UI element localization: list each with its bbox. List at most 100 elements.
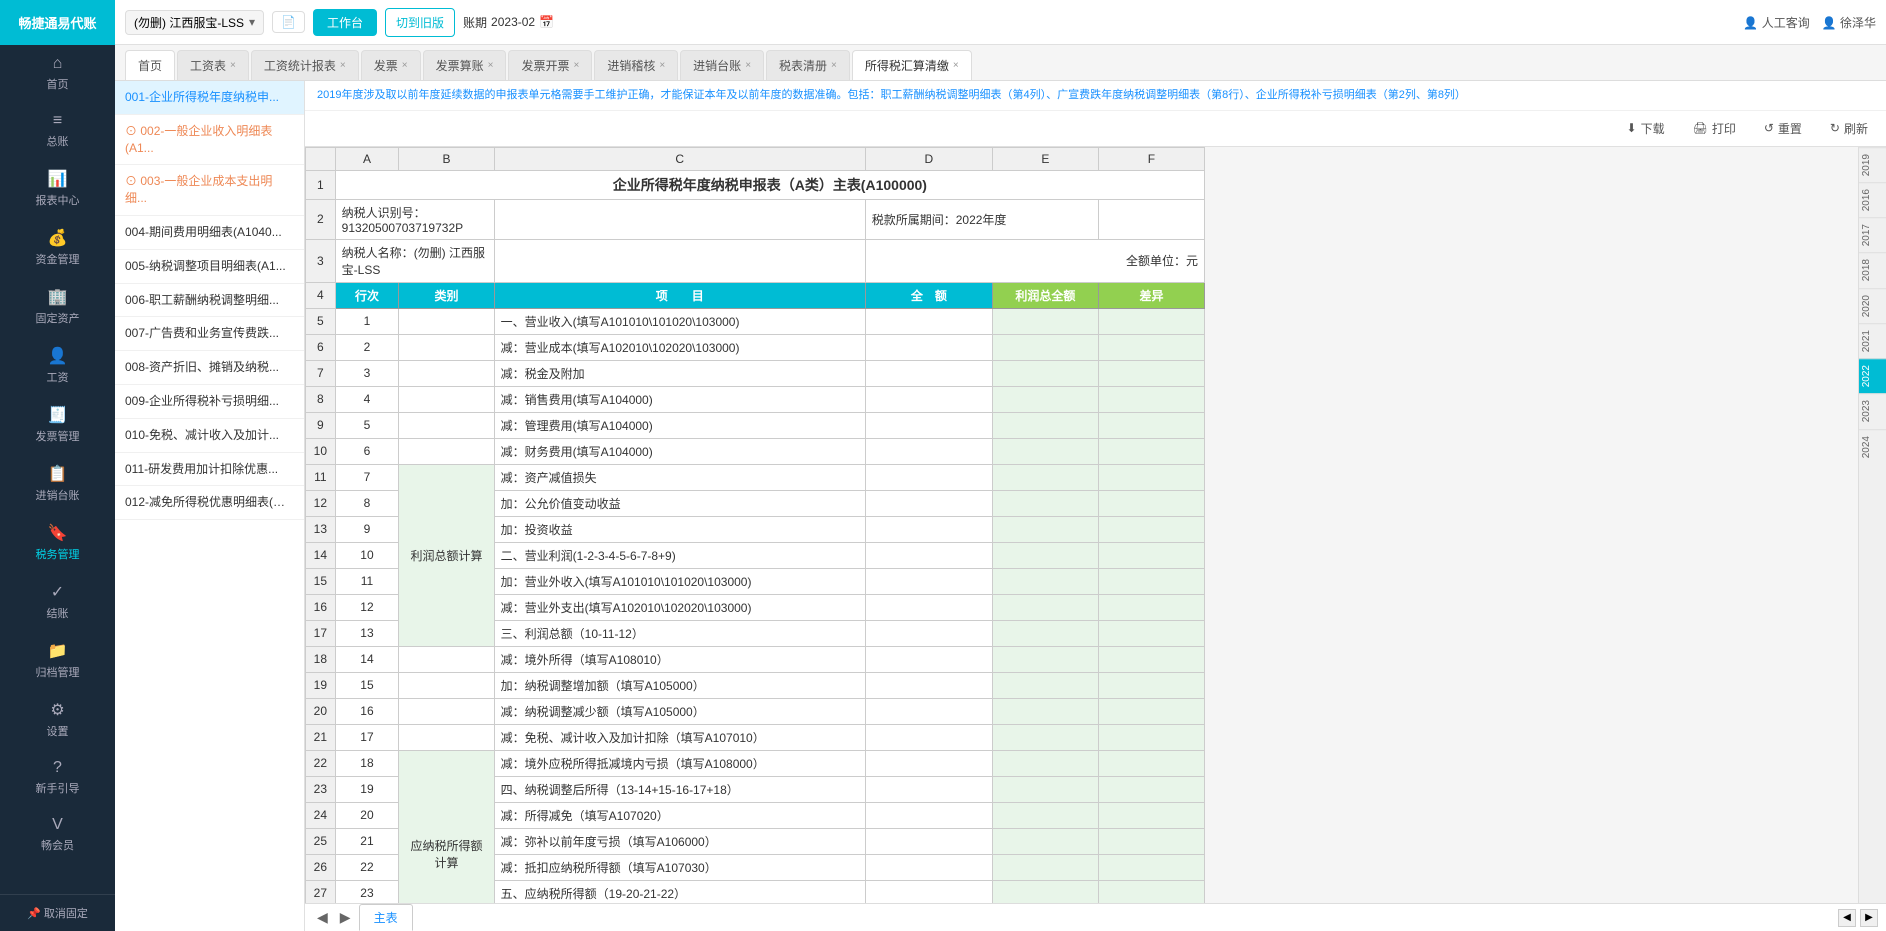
guide-icon: ?: [53, 759, 62, 777]
tab-invoice-open[interactable]: 发票开票 ×: [508, 50, 592, 80]
tab-close-income-tax[interactable]: ×: [953, 60, 959, 71]
doc-button[interactable]: 📄: [272, 11, 305, 33]
list-item-007[interactable]: 007-广告费和业务宣传费跌...: [115, 317, 304, 351]
sidebar-item-fund[interactable]: 💰 资金管理: [0, 218, 115, 277]
timeline-2018[interactable]: 2018: [1859, 252, 1886, 287]
tab-invoice[interactable]: 发票 ×: [361, 50, 421, 80]
tab-close-invoice-calc[interactable]: ×: [488, 60, 494, 71]
tab-close-sales-check[interactable]: ×: [659, 60, 665, 71]
timeline-2016[interactable]: 2016: [1859, 182, 1886, 217]
tab-salary[interactable]: 工资表 ×: [177, 50, 249, 80]
list-panel: 001-企业所得税年度纳税申... ⊙ 002-一般企业收入明细表(A1... …: [115, 81, 305, 931]
timeline-2023[interactable]: 2023: [1859, 393, 1886, 428]
topbar: (勿删) 江西服宝-LSS ▾ 📄 工作台 切到旧版 账期 2023-02 📅 …: [115, 0, 1886, 45]
spreadsheet-wrapper[interactable]: A B C D E F 1 企业所: [305, 147, 1858, 904]
tab-tax-clear[interactable]: 税表清册 ×: [766, 50, 850, 80]
table-row: 2 纳税人识别号：91320500703719732P 税款所属期间：2022年…: [306, 199, 1205, 239]
tabbar: 首页 工资表 × 工资统计报表 × 发票 × 发票算账 × 发票开票 × 进销稽…: [115, 45, 1886, 81]
switch-button[interactable]: 切到旧版: [385, 8, 455, 37]
sidebar-item-report[interactable]: 📊 报表中心: [0, 159, 115, 218]
invoice-icon: 🧾: [48, 405, 68, 425]
sidebar-item-member[interactable]: V 畅会员: [0, 806, 115, 863]
sidebar-item-settle[interactable]: ✓ 结账: [0, 572, 115, 631]
sidebar-item-home[interactable]: ⌂ 首页: [0, 45, 115, 102]
ledger-icon: ≡: [53, 112, 62, 130]
refresh-button[interactable]: ↻ 刷新: [1824, 116, 1874, 141]
tab-close-salary[interactable]: ×: [230, 60, 236, 71]
list-item-006[interactable]: 006-职工薪酬纳税调整明细...: [115, 284, 304, 318]
tab-close-invoice-open[interactable]: ×: [573, 60, 579, 71]
sidebar-item-settings[interactable]: ⚙ 设置: [0, 690, 115, 749]
pin-toggle[interactable]: 📌 取消固定: [0, 894, 115, 931]
sidebar-nav: ⌂ 首页 ≡ 总账 📊 报表中心 💰 资金管理 🏢 固定资产 👤 工资 🧾 发票…: [0, 45, 115, 894]
timeline-2021[interactable]: 2021: [1859, 323, 1886, 358]
row-num: 1: [306, 170, 336, 199]
sheet-tab-main[interactable]: 主表: [359, 904, 413, 931]
sidebar-item-asset[interactable]: 🏢 固定资产: [0, 277, 115, 336]
list-item-009[interactable]: 009-企业所得税补亏损明细...: [115, 385, 304, 419]
table-row: 5 1 一、营业收入(填写A101010\101020\103000): [306, 308, 1205, 334]
timeline-2020[interactable]: 2020: [1859, 288, 1886, 323]
workbench-button[interactable]: 工作台: [313, 9, 377, 36]
tab-salary-stat[interactable]: 工资统计报表 ×: [251, 50, 359, 80]
sidebar-item-salary[interactable]: 👤 工资: [0, 336, 115, 395]
list-item-010[interactable]: 010-免税、减计收入及加计...: [115, 419, 304, 453]
tab-income-tax[interactable]: 所得税汇算清缴 ×: [852, 50, 972, 80]
sidebar-item-guide[interactable]: ? 新手引导: [0, 749, 115, 806]
category-cell: 利润总额计算: [399, 464, 494, 646]
table-row: 6 2 减：营业成本(填写A102010\102020\103000): [306, 334, 1205, 360]
app-logo: 畅捷通易代账: [0, 0, 115, 45]
print-button[interactable]: 🖨 打印: [1687, 116, 1742, 141]
company-label: (勿删) 江西服宝-LSS: [134, 14, 244, 31]
row-num: 3: [306, 239, 336, 282]
tab-close-salary-stat[interactable]: ×: [340, 60, 346, 71]
tab-sales-ledger[interactable]: 进销台账 ×: [680, 50, 764, 80]
list-item-004[interactable]: 004-期间费用明细表(A1040...: [115, 216, 304, 250]
asset-icon: 🏢: [48, 287, 68, 307]
sidebar-item-ledger[interactable]: ≡ 总账: [0, 102, 115, 159]
scroll-right-btn[interactable]: ▶: [1860, 909, 1878, 927]
home-icon: ⌂: [53, 55, 63, 73]
timeline-2019[interactable]: 2019: [1859, 147, 1886, 182]
username-display: 👤 徐泽华: [1822, 14, 1876, 31]
tab-close-sales-ledger[interactable]: ×: [745, 60, 751, 71]
tab-home[interactable]: 首页: [125, 50, 175, 80]
list-item-003[interactable]: ⊙ 003-一般企业成本支出明细...: [115, 165, 304, 216]
sheet-nav-left[interactable]: ◀: [313, 907, 332, 928]
col-header-num: [306, 147, 336, 170]
list-item-012[interactable]: 012-减免所得税优惠明细表(…: [115, 486, 304, 520]
period-value: 2023-02: [491, 15, 535, 29]
member-icon: V: [52, 816, 63, 834]
topbar-right: 👤 人工客询 👤 徐泽华: [1743, 14, 1876, 31]
timeline-2017[interactable]: 2017: [1859, 217, 1886, 252]
download-button[interactable]: ⬇ 下载: [1621, 116, 1671, 141]
report-icon: 📊: [48, 169, 68, 189]
service-button[interactable]: 👤 人工客询: [1743, 14, 1809, 31]
sidebar-item-archive[interactable]: 📁 归档管理: [0, 631, 115, 690]
reset-button[interactable]: ↺ 重置: [1758, 116, 1808, 141]
sidebar-item-sales[interactable]: 📋 进销台账: [0, 454, 115, 513]
tab-close-invoice[interactable]: ×: [402, 60, 408, 71]
tab-sales-check[interactable]: 进销稽核 ×: [594, 50, 678, 80]
col-lirun: 利润总全额: [992, 282, 1098, 308]
sidebar-item-label: 工资: [47, 369, 69, 385]
timeline-2024[interactable]: 2024: [1859, 429, 1886, 464]
list-item-001[interactable]: 001-企业所得税年度纳税申...: [115, 81, 304, 115]
tab-close-tax-clear[interactable]: ×: [831, 60, 837, 71]
timeline-2022[interactable]: 2022: [1859, 358, 1886, 393]
sidebar-item-tax[interactable]: 🔖 税务管理: [0, 513, 115, 572]
list-item-008[interactable]: 008-资产折旧、摊销及纳税...: [115, 351, 304, 385]
list-item-002[interactable]: ⊙ 002-一般企业收入明细表(A1...: [115, 115, 304, 166]
company-selector[interactable]: (勿删) 江西服宝-LSS ▾: [125, 10, 264, 35]
tab-invoice-calc[interactable]: 发票算账 ×: [423, 50, 507, 80]
sidebar-item-invoice[interactable]: 🧾 发票管理: [0, 395, 115, 454]
list-item-011[interactable]: 011-研发费用加计扣除优惠...: [115, 453, 304, 487]
col-header-C: C: [494, 147, 865, 170]
sidebar-item-label: 结账: [47, 605, 69, 621]
table-row: 7 3 减：税金及附加: [306, 360, 1205, 386]
scroll-left-btn[interactable]: ◀: [1838, 909, 1856, 927]
spreadsheet-table: A B C D E F 1 企业所: [305, 147, 1205, 904]
sidebar-item-label: 报表中心: [36, 192, 80, 208]
sheet-nav-right[interactable]: ▶: [336, 907, 355, 928]
list-item-005[interactable]: 005-纳税调整项目明细表(A1...: [115, 250, 304, 284]
